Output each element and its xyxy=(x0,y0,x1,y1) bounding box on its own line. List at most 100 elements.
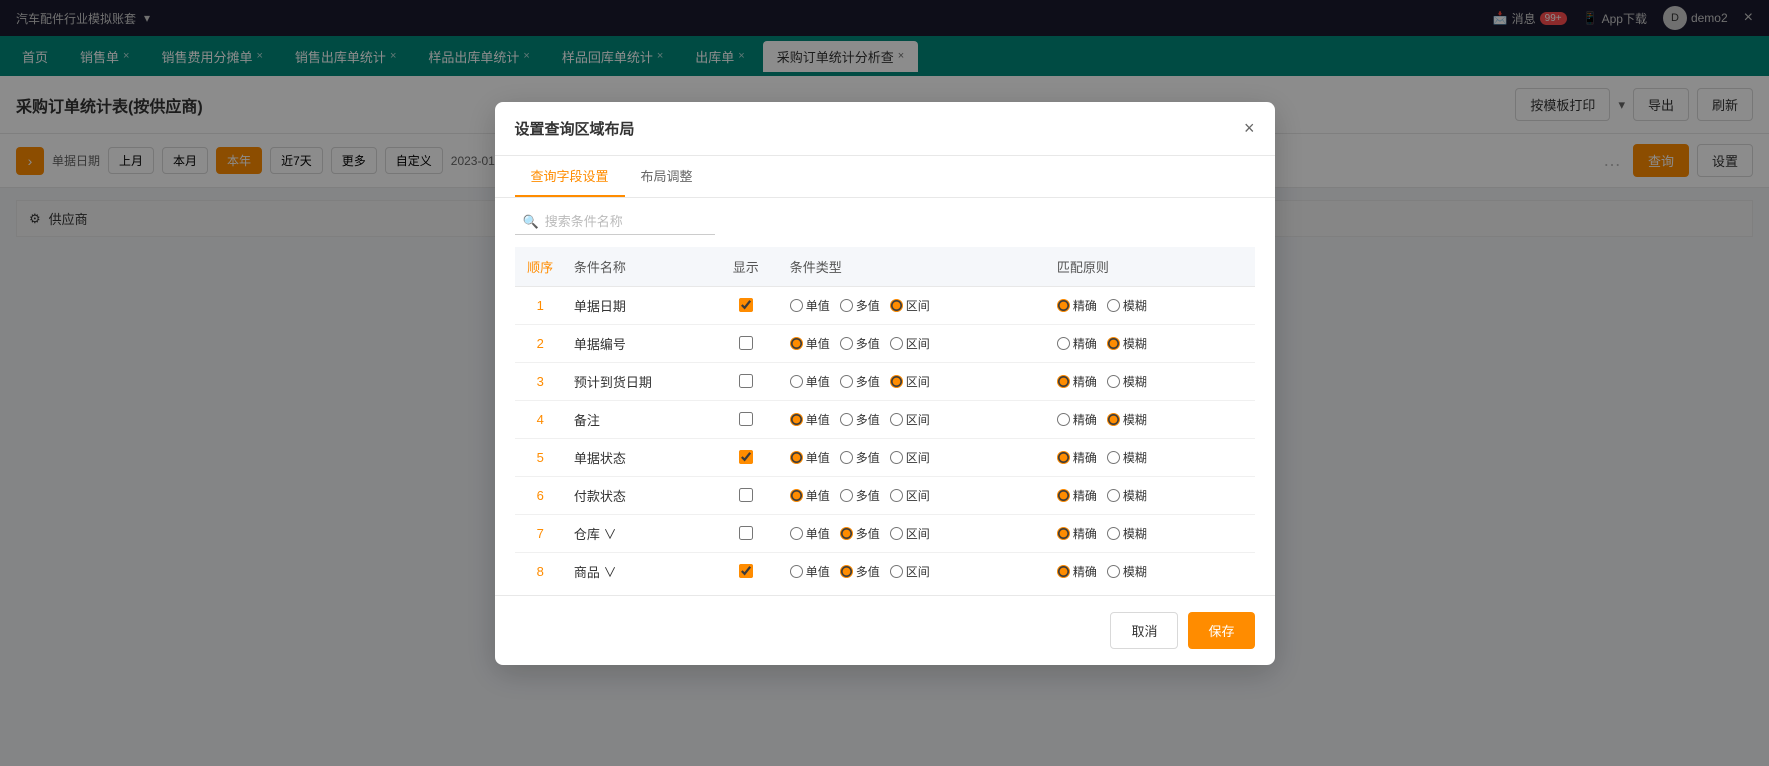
type-radio-multi[interactable] xyxy=(840,337,853,350)
type-radio-item-single[interactable]: 单值 xyxy=(790,525,830,542)
match-radio-item-exact[interactable]: 精确 xyxy=(1057,563,1097,580)
type-radio-multi[interactable] xyxy=(840,527,853,540)
cell-display[interactable] xyxy=(710,476,782,514)
match-radio-exact[interactable] xyxy=(1057,299,1070,312)
type-radio-range[interactable] xyxy=(890,527,903,540)
match-radio-fuzzy[interactable] xyxy=(1107,527,1120,540)
match-radio-item-fuzzy[interactable]: 模糊 xyxy=(1107,297,1147,314)
type-radio-single[interactable] xyxy=(790,451,803,464)
type-radio-item-multi[interactable]: 多值 xyxy=(840,563,880,580)
tab-layout-adjust[interactable]: 布局调整 xyxy=(625,156,709,197)
type-radio-multi[interactable] xyxy=(840,413,853,426)
dialog-close-button[interactable]: × xyxy=(1244,118,1255,139)
display-checkbox[interactable] xyxy=(739,488,753,502)
display-checkbox[interactable] xyxy=(739,298,753,312)
type-radio-single[interactable] xyxy=(790,375,803,388)
cell-display[interactable] xyxy=(710,400,782,438)
match-radio-exact[interactable] xyxy=(1057,527,1070,540)
match-radio-item-exact[interactable]: 精确 xyxy=(1057,487,1097,504)
search-input[interactable] xyxy=(545,214,705,229)
display-checkbox[interactable] xyxy=(739,564,753,578)
match-radio-fuzzy[interactable] xyxy=(1107,337,1120,350)
type-radio-single[interactable] xyxy=(790,413,803,426)
cell-display[interactable] xyxy=(710,514,782,552)
match-radio-item-fuzzy[interactable]: 模糊 xyxy=(1107,335,1147,352)
display-checkbox[interactable] xyxy=(739,526,753,540)
type-radio-multi[interactable] xyxy=(840,489,853,502)
type-radio-single[interactable] xyxy=(790,299,803,312)
type-radio-single[interactable] xyxy=(790,337,803,350)
match-radio-fuzzy[interactable] xyxy=(1107,451,1120,464)
type-radio-item-range[interactable]: 区间 xyxy=(890,487,930,504)
match-radio-item-exact[interactable]: 精确 xyxy=(1057,449,1097,466)
type-radio-item-multi[interactable]: 多值 xyxy=(840,297,880,314)
type-radio-item-single[interactable]: 单值 xyxy=(790,335,830,352)
cell-display[interactable] xyxy=(710,552,782,587)
match-radio-item-exact[interactable]: 精确 xyxy=(1057,525,1097,542)
display-checkbox[interactable] xyxy=(739,450,753,464)
match-radio-item-fuzzy[interactable]: 模糊 xyxy=(1107,487,1147,504)
match-radio-fuzzy[interactable] xyxy=(1107,299,1120,312)
type-radio-item-multi[interactable]: 多值 xyxy=(840,335,880,352)
type-radio-item-range[interactable]: 区间 xyxy=(890,373,930,390)
type-radio-item-single[interactable]: 单值 xyxy=(790,373,830,390)
type-radio-item-range[interactable]: 区间 xyxy=(890,449,930,466)
type-radio-single[interactable] xyxy=(790,565,803,578)
match-radio-item-fuzzy[interactable]: 模糊 xyxy=(1107,525,1147,542)
type-radio-range[interactable] xyxy=(890,489,903,502)
type-radio-multi[interactable] xyxy=(840,451,853,464)
match-radio-fuzzy[interactable] xyxy=(1107,489,1120,502)
match-radio-fuzzy[interactable] xyxy=(1107,565,1120,578)
type-radio-item-single[interactable]: 单值 xyxy=(790,449,830,466)
type-radio-range[interactable] xyxy=(890,299,903,312)
match-radio-exact[interactable] xyxy=(1057,375,1070,388)
type-radio-item-range[interactable]: 区间 xyxy=(890,297,930,314)
match-radio-exact[interactable] xyxy=(1057,565,1070,578)
type-radio-single[interactable] xyxy=(790,489,803,502)
match-radio-item-exact[interactable]: 精确 xyxy=(1057,335,1097,352)
type-radio-item-range[interactable]: 区间 xyxy=(890,525,930,542)
type-radio-item-single[interactable]: 单值 xyxy=(790,411,830,428)
type-radio-single[interactable] xyxy=(790,527,803,540)
match-radio-item-exact[interactable]: 精确 xyxy=(1057,411,1097,428)
display-checkbox[interactable] xyxy=(739,374,753,388)
type-radio-item-single[interactable]: 单值 xyxy=(790,487,830,504)
cell-display[interactable] xyxy=(710,362,782,400)
type-radio-multi[interactable] xyxy=(840,375,853,388)
type-radio-item-range[interactable]: 区间 xyxy=(890,411,930,428)
type-radio-multi[interactable] xyxy=(840,565,853,578)
type-radio-item-multi[interactable]: 多值 xyxy=(840,487,880,504)
match-radio-exact[interactable] xyxy=(1057,489,1070,502)
display-checkbox[interactable] xyxy=(739,412,753,426)
match-radio-item-fuzzy[interactable]: 模糊 xyxy=(1107,411,1147,428)
type-radio-item-single[interactable]: 单值 xyxy=(790,297,830,314)
match-radio-item-exact[interactable]: 精确 xyxy=(1057,297,1097,314)
type-radio-item-range[interactable]: 区间 xyxy=(890,335,930,352)
match-radio-fuzzy[interactable] xyxy=(1107,413,1120,426)
type-radio-range[interactable] xyxy=(890,451,903,464)
cancel-button[interactable]: 取消 xyxy=(1110,612,1178,649)
type-radio-item-multi[interactable]: 多值 xyxy=(840,411,880,428)
type-radio-item-range[interactable]: 区间 xyxy=(890,563,930,580)
match-radio-exact[interactable] xyxy=(1057,337,1070,350)
type-radio-range[interactable] xyxy=(890,375,903,388)
type-radio-item-multi[interactable]: 多值 xyxy=(840,373,880,390)
type-radio-item-multi[interactable]: 多值 xyxy=(840,525,880,542)
type-radio-item-multi[interactable]: 多值 xyxy=(840,449,880,466)
match-radio-item-fuzzy[interactable]: 模糊 xyxy=(1107,563,1147,580)
type-radio-range[interactable] xyxy=(890,337,903,350)
match-radio-exact[interactable] xyxy=(1057,451,1070,464)
match-radio-exact[interactable] xyxy=(1057,413,1070,426)
cell-display[interactable] xyxy=(710,324,782,362)
cell-display[interactable] xyxy=(710,286,782,324)
type-radio-range[interactable] xyxy=(890,413,903,426)
tab-query-fields[interactable]: 查询字段设置 xyxy=(515,156,625,197)
type-radio-item-single[interactable]: 单值 xyxy=(790,563,830,580)
type-radio-range[interactable] xyxy=(890,565,903,578)
match-radio-item-exact[interactable]: 精确 xyxy=(1057,373,1097,390)
match-radio-item-fuzzy[interactable]: 模糊 xyxy=(1107,373,1147,390)
display-checkbox[interactable] xyxy=(739,336,753,350)
match-radio-item-fuzzy[interactable]: 模糊 xyxy=(1107,449,1147,466)
match-radio-fuzzy[interactable] xyxy=(1107,375,1120,388)
cell-display[interactable] xyxy=(710,438,782,476)
